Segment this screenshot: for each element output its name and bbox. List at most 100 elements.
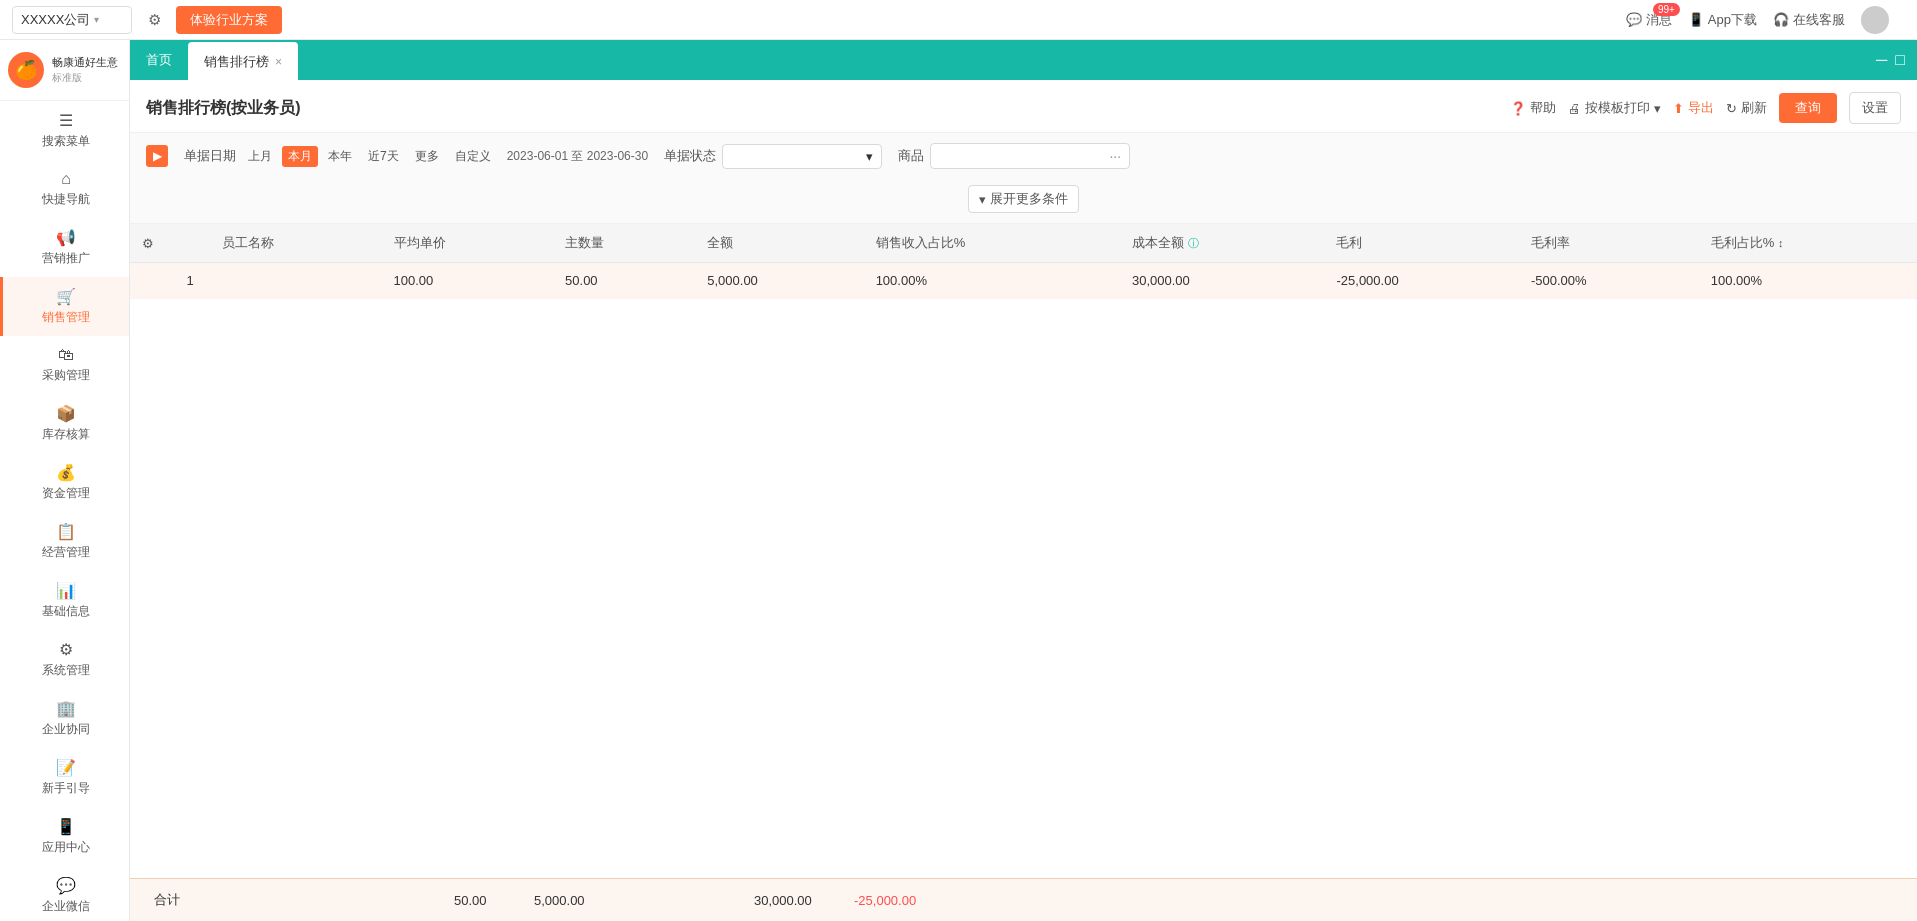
print-button[interactable]: 🖨 按模板打印 ▾ xyxy=(1568,99,1661,117)
avatar[interactable] xyxy=(1861,6,1889,34)
tab-minimize-icon[interactable]: ─ xyxy=(1876,51,1887,69)
home-icon: ⌂ xyxy=(61,170,71,188)
tab-right-actions: ─ □ xyxy=(1876,51,1917,69)
date-tab-last-month[interactable]: 上月 xyxy=(242,146,278,167)
date-tab-this-year[interactable]: 本年 xyxy=(322,146,358,167)
company-chevron-icon: ▾ xyxy=(94,14,99,25)
company-selector[interactable]: XXXXX公司 ▾ xyxy=(12,6,132,34)
page-title: 销售排行榜(按业务员) xyxy=(146,98,301,119)
logo-icon: 🍊 xyxy=(8,52,44,88)
sidebar-item-operations[interactable]: 📋 经营管理 xyxy=(0,512,129,571)
footer-gross: -25,000.00 xyxy=(842,889,942,912)
page-actions: ❓ 帮助 🖨 按模板打印 ▾ ⬆ 导出 ↻ 刷新 xyxy=(1510,92,1901,124)
logo-text: 畅康通好生意 xyxy=(52,55,118,70)
sidebar-item-enterprise[interactable]: 🏢 企业协同 xyxy=(0,689,129,748)
col-settings[interactable]: ⚙ xyxy=(130,224,170,263)
sidebar-item-appstore[interactable]: 📱 应用中心 xyxy=(0,807,129,866)
settings-button[interactable]: 设置 xyxy=(1849,92,1901,124)
col-quantity: 主数量 xyxy=(553,224,695,263)
print-icon: 🖨 xyxy=(1568,101,1581,116)
sidebar-item-inventory[interactable]: 📦 库存核算 xyxy=(0,394,129,453)
table-body: 1 100.00 50.00 5,000.00 100.00% 30,000.0… xyxy=(130,263,1917,299)
data-table: ⚙ 员工名称 平均单价 主数量 全额 销售收入占比% 成本全额 ⓘ 毛利 毛利率… xyxy=(130,224,1917,299)
cell-settings xyxy=(130,263,170,299)
cell-gross-rate: -500.00% xyxy=(1519,263,1699,299)
sidebar-item-wechat[interactable]: 💬 企业微信 xyxy=(0,866,129,921)
status-chevron-icon: ▾ xyxy=(866,149,873,164)
sidebar-item-basic[interactable]: 📊 基础信息 xyxy=(0,571,129,630)
date-tab-this-month[interactable]: 本月 xyxy=(282,146,318,167)
col-sales-pct: 销售收入占比% xyxy=(864,224,1120,263)
status-select[interactable]: ▾ xyxy=(722,144,882,169)
main-layout: 🍊 畅康通好生意 标准版 ☰ 搜索菜单 ⌂ 快捷导航 📢 营销推广 🛒 销售管理… xyxy=(0,40,1917,921)
message-icon: 💬 xyxy=(1626,12,1642,27)
goods-select[interactable]: ··· xyxy=(930,143,1130,169)
col-name: 员工名称 xyxy=(210,224,382,263)
table-footer: 合计 50.00 5,000.00 30,000.00 -25,000.00 xyxy=(130,878,1917,921)
tab-home[interactable]: 首页 xyxy=(130,40,188,80)
cell-amount: 5,000.00 xyxy=(695,263,863,299)
help-icon: ❓ xyxy=(1510,101,1526,116)
sidebar-item-finance[interactable]: 💰 资金管理 xyxy=(0,453,129,512)
print-label: 按模板打印 xyxy=(1585,99,1650,117)
export-button[interactable]: ⬆ 导出 xyxy=(1673,99,1714,117)
sidebar-item-purchase[interactable]: 🛍 采购管理 xyxy=(0,336,129,394)
finance-icon: 💰 xyxy=(56,463,76,482)
sidebar-item-label: 资金管理 xyxy=(42,485,90,502)
basic-icon: 📊 xyxy=(56,581,76,600)
table-wrapper: ⚙ 员工名称 平均单价 主数量 全额 销售收入占比% 成本全额 ⓘ 毛利 毛利率… xyxy=(130,224,1917,878)
sidebar-item-search[interactable]: ☰ 搜索菜单 xyxy=(0,101,129,160)
col-avg-price: 平均单价 xyxy=(382,224,554,263)
col-cost: 成本全额 ⓘ xyxy=(1120,224,1325,263)
query-button[interactable]: 查询 xyxy=(1779,93,1837,123)
tab-close-icon[interactable]: × xyxy=(275,55,282,69)
top-right-actions: 💬 消息 99+ 📱 App下载 🎧 在线客服 xyxy=(1626,6,1905,34)
filter-arrow-button[interactable]: ▶ xyxy=(146,145,168,167)
refresh-label: 刷新 xyxy=(1741,99,1767,117)
online-support-button[interactable]: 🎧 在线客服 xyxy=(1773,11,1845,29)
app-download-button[interactable]: 📱 App下载 xyxy=(1688,11,1757,29)
app-icon: 📱 xyxy=(1688,12,1704,27)
cell-sales-pct: 100.00% xyxy=(864,263,1120,299)
sidebar-item-guide[interactable]: 📝 新手引导 xyxy=(0,748,129,807)
col-amount: 全额 xyxy=(695,224,863,263)
enterprise-icon: 🏢 xyxy=(56,699,76,718)
settings-icon[interactable]: ⚙ xyxy=(140,6,168,34)
search-menu-icon: ☰ xyxy=(59,111,73,130)
sidebar-item-quick-nav[interactable]: ⌂ 快捷导航 xyxy=(0,160,129,218)
top-bar: XXXXX公司 ▾ ⚙ 体验行业方案 💬 消息 99+ 📱 App下载 🎧 在线… xyxy=(0,0,1917,40)
sidebar-item-label: 库存核算 xyxy=(42,426,90,443)
trial-button[interactable]: 体验行业方案 xyxy=(176,6,282,34)
footer-label: 合计 xyxy=(142,887,222,913)
footer-spacer2 xyxy=(342,896,442,904)
system-icon: ⚙ xyxy=(59,640,73,659)
col-gross-pct: 毛利占比% ↕ xyxy=(1699,224,1917,263)
message-button[interactable]: 💬 消息 99+ xyxy=(1626,11,1672,29)
help-button[interactable]: ❓ 帮助 xyxy=(1510,99,1556,117)
sidebar-item-sales[interactable]: 🛒 销售管理 xyxy=(0,277,129,336)
footer-sales-pct xyxy=(622,896,742,904)
export-icon: ⬆ xyxy=(1673,101,1684,116)
expand-conditions-button[interactable]: ▾ 展开更多条件 xyxy=(968,185,1079,213)
sidebar-item-label: 采购管理 xyxy=(42,367,90,384)
refresh-button[interactable]: ↻ 刷新 xyxy=(1726,99,1767,117)
company-name: XXXXX公司 xyxy=(21,11,90,29)
sidebar-logo: 🍊 畅康通好生意 标准版 xyxy=(0,40,129,101)
help-label: 帮助 xyxy=(1530,99,1556,117)
date-tab-7days[interactable]: 近7天 xyxy=(362,146,405,167)
expand-label: 展开更多条件 xyxy=(990,190,1068,208)
support-label: 在线客服 xyxy=(1793,11,1845,29)
cell-gross: -25,000.00 xyxy=(1324,263,1518,299)
tab-maximize-icon[interactable]: □ xyxy=(1895,51,1905,69)
date-range: 2023-06-01 至 2023-06-30 xyxy=(507,148,648,165)
sidebar-item-marketing[interactable]: 📢 营销推广 xyxy=(0,218,129,277)
print-chevron-icon: ▾ xyxy=(1654,101,1661,116)
date-tab-more[interactable]: 更多 xyxy=(409,146,445,167)
goods-more-icon[interactable]: ··· xyxy=(1109,148,1121,164)
footer-spacer xyxy=(222,896,342,904)
tab-sales-label: 销售排行榜 xyxy=(204,53,269,71)
tab-sales-ranking[interactable]: 销售排行榜 × xyxy=(188,42,298,82)
sidebar-item-system[interactable]: ⚙ 系统管理 xyxy=(0,630,129,689)
date-tab-custom[interactable]: 自定义 xyxy=(449,146,497,167)
guide-icon: 📝 xyxy=(56,758,76,777)
